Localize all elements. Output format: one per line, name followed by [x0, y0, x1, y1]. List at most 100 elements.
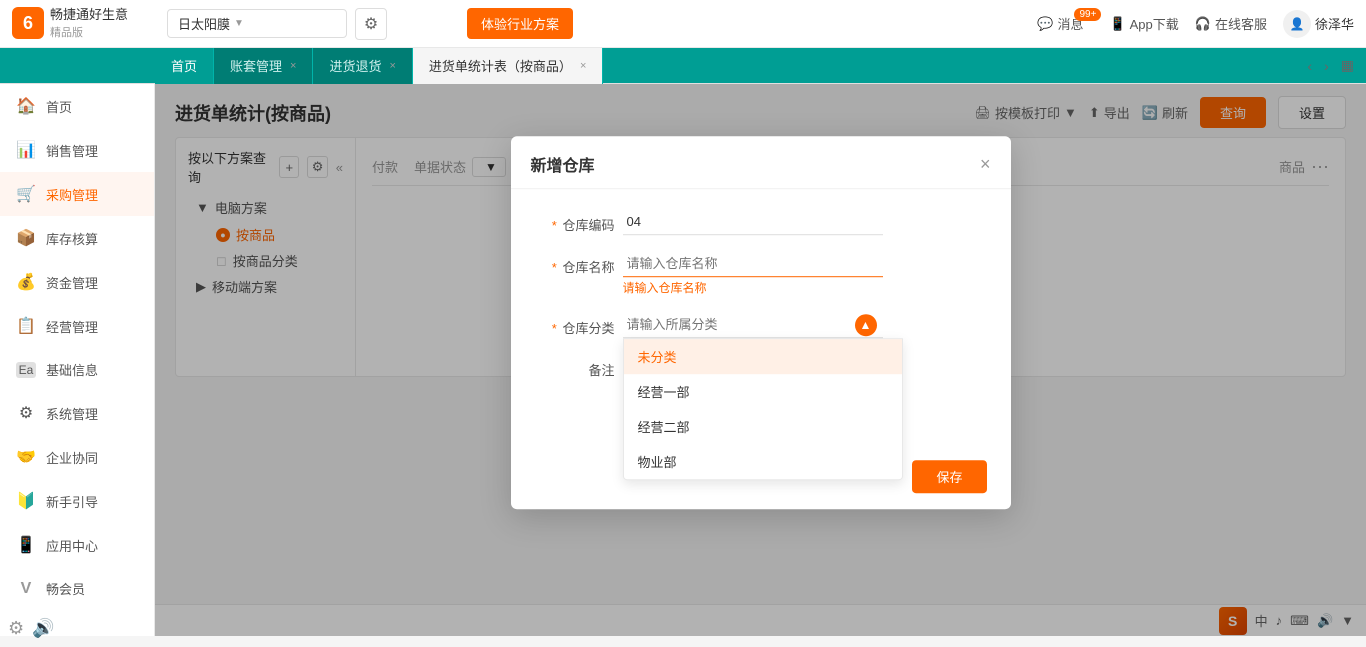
logo-sub-text: 精品版: [50, 24, 128, 40]
modal-close-button[interactable]: ×: [980, 154, 991, 175]
tab-home-label: 首页: [171, 56, 197, 75]
logo-main-text: 畅捷通好生意: [50, 7, 128, 24]
notification-badge: 99+: [1074, 8, 1101, 21]
sidebar-item-vip[interactable]: V 畅会员: [0, 567, 154, 610]
sidebar-item-guide[interactable]: 🔰 新手引导: [0, 479, 154, 523]
headset-icon: 🎧: [1195, 16, 1211, 32]
top-header: 6 畅捷通好生意 精品版 日太阳膜 ▼ ⚙ 体验行业方案 💬 消息 99+ 📱 …: [0, 0, 1366, 48]
sidebar-item-appstore[interactable]: 📱 应用中心: [0, 523, 154, 567]
header-search-area: 日太阳膜 ▼ ⚙: [167, 8, 467, 40]
sidebar-label-guide: 新手引导: [46, 492, 98, 511]
main-layout: 🏠 首页 📊 销售管理 🛒 采购管理 📦 库存核算 💰 资金管理 📋 经营管理 …: [0, 84, 1366, 636]
sidebar-item-sales[interactable]: 📊 销售管理: [0, 128, 154, 172]
category-arrow-button[interactable]: ▲: [855, 314, 877, 336]
user-info-area[interactable]: 👤 徐泽华: [1283, 10, 1354, 38]
warehouse-code-label: * 仓库编码: [535, 209, 615, 234]
sidebar-label-appstore: 应用中心: [46, 536, 98, 555]
sidebar-label-purchase: 采购管理: [46, 185, 98, 204]
home-icon: 🏠: [16, 96, 36, 116]
add-warehouse-modal: 新增仓库 × * 仓库编码 * 仓库名称: [511, 136, 1011, 509]
tab-accounts[interactable]: 账套管理 ×: [214, 48, 313, 84]
sales-icon: 📊: [16, 140, 36, 160]
tab-menu-icon[interactable]: ▦: [1337, 53, 1358, 78]
category-input-wrap: ▲ 未分类 经营一部 经营二部 物业部: [623, 312, 883, 338]
logo-text-area: 畅捷通好生意 精品版: [50, 7, 128, 40]
dropdown-item-property[interactable]: 物业部: [624, 444, 902, 479]
close-icon[interactable]: ×: [290, 60, 296, 72]
sidebar-item-home[interactable]: 🏠 首页: [0, 84, 154, 128]
modal-header: 新增仓库 ×: [511, 136, 1011, 189]
avatar: 👤: [1283, 10, 1311, 38]
sidebar-label-sales: 销售管理: [46, 141, 98, 160]
mobile-icon: 📱: [1109, 16, 1125, 32]
sidebar-item-basic[interactable]: Ea 基础信息: [0, 348, 154, 391]
category-dropdown: 未分类 经营一部 经营二部 物业部: [623, 338, 903, 480]
store-selector[interactable]: 日太阳膜 ▼: [167, 9, 347, 38]
save-button[interactable]: 保存: [912, 460, 986, 493]
warehouse-name-row: * 仓库名称 请输入仓库名称: [535, 251, 987, 296]
system-icon: ⚙: [16, 403, 36, 423]
sidebar-item-purchase[interactable]: 🛒 采购管理: [0, 172, 154, 216]
close-icon[interactable]: ×: [580, 60, 586, 72]
tab-home[interactable]: 首页: [155, 48, 214, 84]
dropdown-item-operations1[interactable]: 经营一部: [624, 374, 902, 409]
sidebar: 🏠 首页 📊 销售管理 🛒 采购管理 📦 库存核算 💰 资金管理 📋 经营管理 …: [0, 84, 155, 636]
sidebar-label-finance: 资金管理: [46, 273, 98, 292]
app-download-group[interactable]: 📱 App下载: [1109, 14, 1178, 33]
dropdown-item-operations2[interactable]: 经营二部: [624, 409, 902, 444]
sidebar-bottom: ⚙ 🔊: [0, 610, 154, 647]
sidebar-item-inventory[interactable]: 📦 库存核算: [0, 216, 154, 260]
dropdown-item-uncategorized[interactable]: 未分类: [624, 339, 902, 374]
tab-returns[interactable]: 进货退货 ×: [313, 48, 412, 84]
sidebar-item-finance[interactable]: 💰 资金管理: [0, 260, 154, 304]
tab-accounts-label: 账套管理: [230, 56, 282, 75]
tab-prev-icon[interactable]: ‹: [1303, 54, 1316, 78]
sidebar-item-collab[interactable]: 🤝 企业协同: [0, 435, 154, 479]
tab-next-icon[interactable]: ›: [1320, 54, 1333, 78]
trial-button[interactable]: 体验行业方案: [467, 8, 573, 39]
tab-purchase-stats-label: 进货单统计表（按商品）: [429, 56, 572, 75]
warehouse-name-input[interactable]: [623, 251, 883, 277]
warehouse-code-row: * 仓库编码: [535, 209, 987, 235]
content-area: 进货单统计(按商品) 🖨 按模板打印 ▼ ⬆ 导出 🔄 刷新 查询 设置: [155, 84, 1366, 636]
inventory-icon: 📦: [16, 228, 36, 248]
tab-controls: ‹ › ▦: [1303, 53, 1366, 78]
sidebar-label-basic: 基础信息: [46, 360, 98, 379]
logo-area: 6 畅捷通好生意 精品版: [12, 7, 167, 40]
purchase-icon: 🛒: [16, 184, 36, 204]
note-label: 备注: [535, 354, 615, 379]
online-service-label: 在线客服: [1215, 14, 1267, 33]
app-logo-icon: 6: [12, 7, 44, 39]
modal-body: * 仓库编码 * 仓库名称 请输入仓库名称: [511, 189, 1011, 450]
sidebar-label-system: 系统管理: [46, 404, 98, 423]
sidebar-item-system[interactable]: ⚙ 系统管理: [0, 391, 154, 435]
store-name: 日太阳膜: [178, 14, 230, 33]
collab-icon: 🤝: [16, 447, 36, 467]
appstore-icon: 📱: [16, 535, 36, 555]
warehouse-name-error: 请输入仓库名称: [623, 279, 987, 296]
sidebar-label-home: 首页: [46, 97, 72, 116]
close-icon[interactable]: ×: [389, 60, 395, 72]
sidebar-label-collab: 企业协同: [46, 448, 98, 467]
sidebar-label-vip: 畅会员: [46, 579, 85, 598]
tab-purchase-stats[interactable]: 进货单统计表（按商品） ×: [413, 48, 603, 84]
username: 徐泽华: [1315, 14, 1354, 33]
settings-icon[interactable]: ⚙: [355, 8, 387, 40]
vip-icon: V: [16, 580, 36, 598]
warehouse-category-label: * 仓库分类: [535, 312, 615, 337]
category-input[interactable]: [623, 312, 883, 338]
sidebar-item-operations[interactable]: 📋 经营管理: [0, 304, 154, 348]
online-service-group[interactable]: 🎧 在线客服: [1195, 14, 1267, 33]
operations-icon: 📋: [16, 316, 36, 336]
basic-info-icon: Ea: [16, 362, 36, 378]
warehouse-category-row: * 仓库分类 ▲ 未分类 经营一部 经营二部 物业部: [535, 312, 987, 338]
header-right-area: 💬 消息 99+ 📱 App下载 🎧 在线客服 👤 徐泽华: [1037, 10, 1354, 38]
sidebar-label-operations: 经营管理: [46, 317, 98, 336]
chevron-down-icon: ▼: [234, 18, 244, 29]
warehouse-code-input[interactable]: [623, 209, 883, 235]
warehouse-name-label: * 仓库名称: [535, 251, 615, 276]
finance-icon: 💰: [16, 272, 36, 292]
warehouse-name-col: 请输入仓库名称: [623, 251, 987, 296]
notification-group[interactable]: 💬 消息 99+: [1037, 14, 1093, 33]
tab-bar: 首页 账套管理 × 进货退货 × 进货单统计表（按商品） × ‹ › ▦: [0, 48, 1366, 84]
